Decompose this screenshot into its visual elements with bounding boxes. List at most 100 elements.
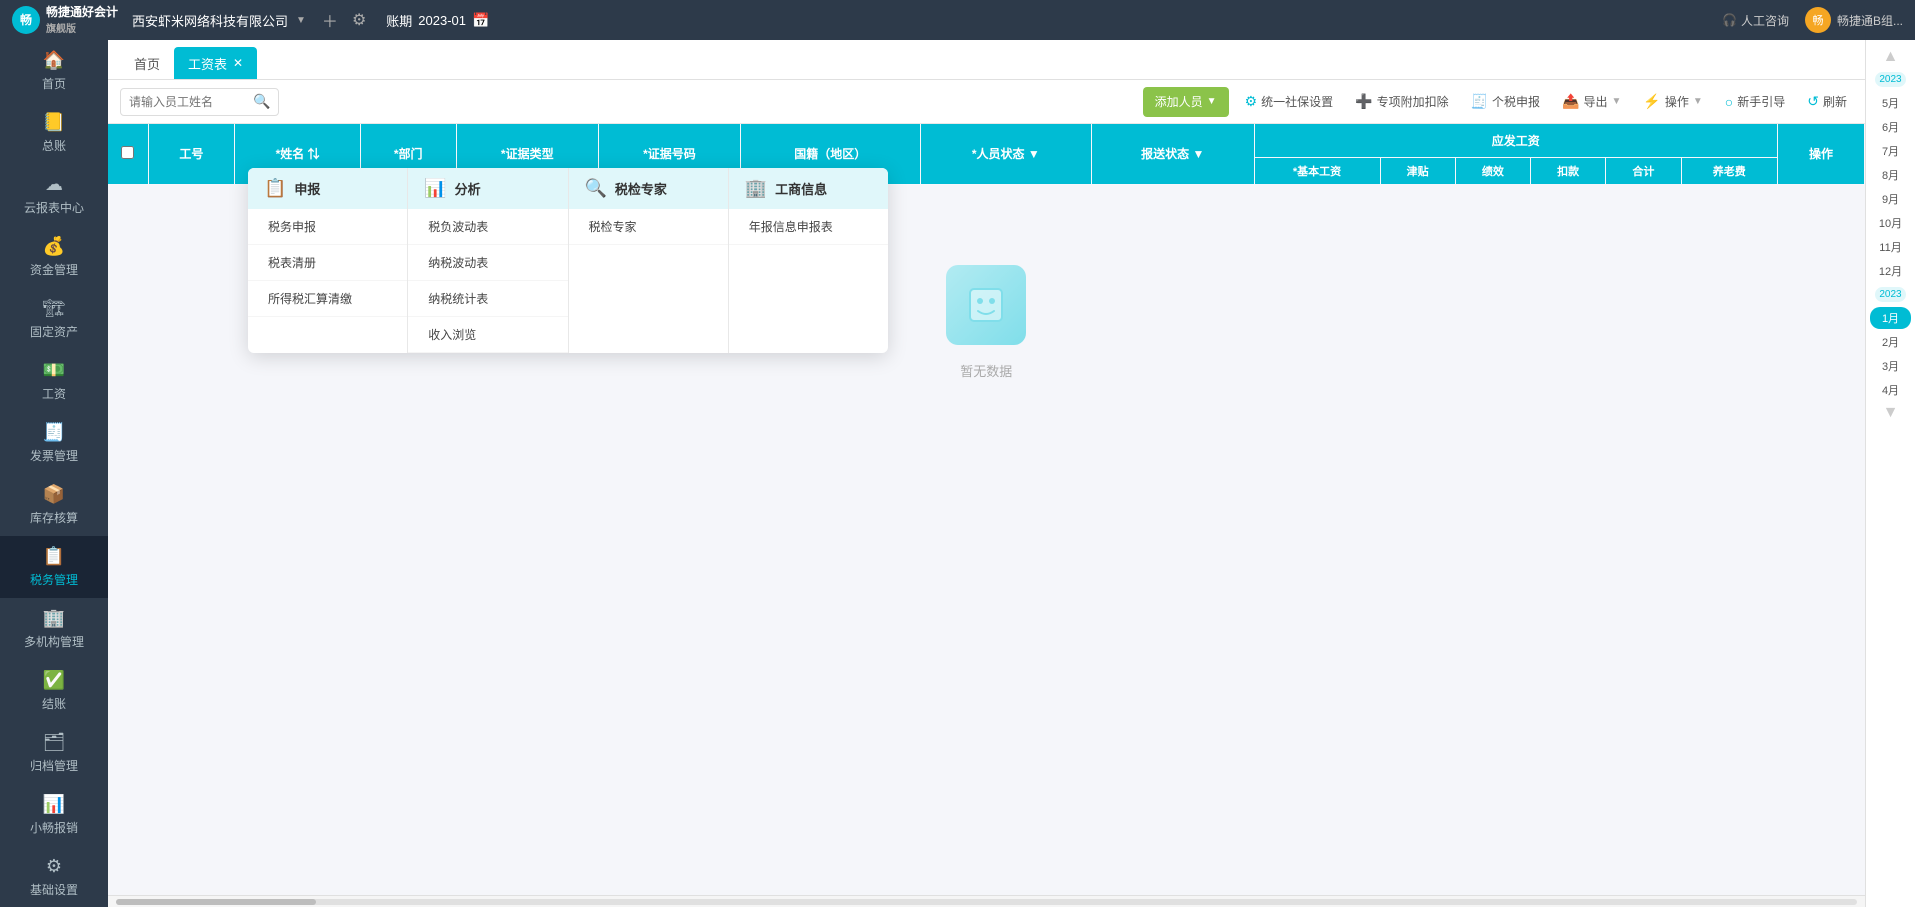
sidebar-item-invoice[interactable]: 🧾 发票管理 (0, 412, 108, 474)
add-icon[interactable]: ＋ (322, 8, 338, 32)
empty-text: 暂无数据 (960, 361, 1012, 380)
business-header-icon: 🏢 (745, 178, 767, 199)
right-panel-month-1-active[interactable]: 1月 (1870, 307, 1911, 329)
analysis-title: 分析 (455, 179, 481, 198)
table-subheader-allowance: 津贴 (1380, 158, 1455, 185)
sidebar-label-cloud: 云报表中心 (24, 199, 84, 216)
table-header-salary-group: 应发工资 (1254, 124, 1777, 158)
business-title: 工商信息 (775, 179, 827, 198)
scrollbar-thumb[interactable] (116, 899, 316, 905)
scrollbar-track[interactable] (116, 899, 1857, 905)
assets-icon: 🏗 (43, 298, 66, 319)
export-action[interactable]: 📤 导出 ▼ (1556, 89, 1627, 114)
sidebar-item-home[interactable]: 🏠 首页 (0, 40, 108, 102)
tab-close-icon[interactable]: ✕ (233, 56, 243, 70)
settings-icon[interactable]: ⚙ (352, 10, 366, 30)
sidebar-item-basic[interactable]: ⚙ 基础设置 (0, 846, 108, 907)
right-panel-month-8[interactable]: 8月 (1866, 163, 1915, 187)
search-box[interactable]: 🔍 (120, 88, 279, 116)
dropdown-item-tax-form[interactable]: 税表清册 (248, 245, 407, 281)
add-person-button[interactable]: 添加人员 ▼ (1143, 87, 1229, 117)
social-security-label: 统一社保设置 (1261, 93, 1333, 110)
dropdown-item-tax-stat[interactable]: 纳税统计表 (408, 281, 567, 317)
headset-icon: 🎧 (1722, 13, 1737, 27)
sidebar-label-inventory: 库存核算 (30, 509, 78, 526)
sidebar-item-archive[interactable]: 🗂 归档管理 (0, 722, 108, 784)
sidebar-item-cloud[interactable]: ☁ 云报表中心 (0, 164, 108, 226)
personal-tax-label: 个税申报 (1492, 93, 1540, 110)
right-panel-year-2023-label: 2023 (1875, 72, 1905, 87)
dropdown-item-tax-wave[interactable]: 纳税波动表 (408, 245, 567, 281)
right-panel-month-9[interactable]: 9月 (1866, 187, 1915, 211)
right-panel-month-4[interactable]: 4月 (1866, 378, 1915, 402)
sidebar-item-settle[interactable]: ✅ 结账 (0, 660, 108, 722)
refresh-action[interactable]: ↺ 刷新 (1801, 89, 1853, 114)
right-panel-month-6[interactable]: 6月 (1866, 115, 1915, 139)
right-panel-month-5[interactable]: 5月 (1866, 91, 1915, 115)
right-panel-month-10[interactable]: 10月 (1866, 211, 1915, 235)
right-panel-month-12[interactable]: 12月 (1866, 259, 1915, 283)
table-header-checkbox[interactable] (108, 124, 148, 184)
dropdown-item-income-browse[interactable]: 收入浏览 (408, 317, 567, 353)
dropdown-item-annual-report[interactable]: 年报信息申报表 (729, 209, 888, 245)
guide-action[interactable]: ○ 新手引导 (1719, 89, 1791, 114)
calendar-icon: 📅 (472, 12, 489, 29)
sidebar-item-multi[interactable]: 🏢 多机构管理 (0, 598, 108, 660)
declaration-title: 申报 (294, 179, 320, 198)
tab-home[interactable]: 首页 (120, 47, 174, 79)
analysis-header-icon: 📊 (424, 178, 446, 199)
operation-chevron-icon: ▼ (1693, 96, 1703, 107)
dropdown-item-income-settle[interactable]: 所得税汇算清缴 (248, 281, 407, 317)
dropdown-item-tax-burden[interactable]: 税负波动表 (408, 209, 567, 245)
sidebar-label-home: 首页 (42, 75, 66, 92)
right-panel-down-icon[interactable]: ▼ (1883, 404, 1899, 422)
service-button[interactable]: 🎧 人工咨询 (1722, 12, 1789, 29)
sidebar-item-report[interactable]: 📊 小畅报销 (0, 784, 108, 846)
sidebar-item-ledger[interactable]: 📒 总账 (0, 102, 108, 164)
right-panel-month-11[interactable]: 11月 (1866, 235, 1915, 259)
select-all-checkbox[interactable] (121, 146, 134, 159)
sidebar-item-fund[interactable]: 💰 资金管理 (0, 226, 108, 288)
right-panel-active-year-label: 2023 (1875, 287, 1905, 302)
tax-expert-title: 税检专家 (615, 179, 667, 198)
sidebar-item-assets[interactable]: 🏗 固定资产 (0, 288, 108, 350)
cloud-icon: ☁ (45, 174, 63, 195)
sidebar-label-basic: 基础设置 (30, 881, 78, 898)
sidebar-label-report: 小畅报销 (30, 819, 78, 836)
right-panel-month-3[interactable]: 3月 (1866, 354, 1915, 378)
user-area[interactable]: 畅 畅捷通B组... (1805, 7, 1903, 33)
sidebar-item-salary[interactable]: 💵 工资 (0, 350, 108, 412)
special-deduct-icon: ➕ (1355, 93, 1372, 110)
table-subheader-total: 合计 (1606, 158, 1681, 185)
sidebar-item-inventory[interactable]: 📦 库存核算 (0, 474, 108, 536)
social-security-action[interactable]: ⚙ 统一社保设置 (1239, 89, 1340, 114)
operation-action[interactable]: ⚡ 操作 ▼ (1637, 89, 1708, 114)
add-person-chevron-icon: ▼ (1207, 96, 1217, 107)
sidebar-item-tax[interactable]: 📋 税务管理 (0, 536, 108, 598)
avatar: 畅 (1805, 7, 1831, 33)
period-value: 2023-01 (418, 13, 466, 28)
sidebar-label-invoice: 发票管理 (30, 447, 78, 464)
company-selector[interactable]: 西安虾米网络科技有限公司 ▼ (132, 11, 306, 30)
table-header-ops: 操作 (1778, 124, 1865, 184)
tab-salary-table[interactable]: 工资表 ✕ (174, 47, 257, 79)
company-name: 西安虾米网络科技有限公司 (132, 11, 288, 30)
search-input[interactable] (129, 95, 249, 109)
right-panel-up-icon[interactable]: ▲ (1883, 48, 1899, 66)
right-panel-month-2[interactable]: 2月 (1866, 330, 1915, 354)
dropdown-item-tax-check[interactable]: 税检专家 (569, 209, 728, 245)
table-subheader-deduction: 扣款 (1531, 158, 1606, 185)
period-label: 账期 (386, 11, 412, 30)
ledger-icon: 📒 (43, 112, 65, 133)
special-deduct-action[interactable]: ➕ 专项附加扣除 (1349, 89, 1454, 114)
personal-tax-action[interactable]: 🧾 个税申报 (1465, 89, 1546, 114)
period-selector[interactable]: 账期 2023-01 📅 (386, 11, 489, 30)
right-panel-month-7[interactable]: 7月 (1866, 139, 1915, 163)
dropdown-col-business: 🏢 工商信息 年报信息申报表 (729, 168, 888, 353)
main-layout: 🏠 首页 📒 总账 ☁ 云报表中心 💰 资金管理 🏗 固定资产 💵 工资 🧾 发… (0, 40, 1915, 907)
operation-icon: ⚡ (1643, 93, 1660, 110)
right-panel: ▲ 2023 5月 6月 7月 8月 9月 10月 11月 12月 2023 1… (1865, 40, 1915, 907)
basic-icon: ⚙ (46, 856, 62, 877)
dropdown-item-tax-declare[interactable]: 税务申报 (248, 209, 407, 245)
username: 畅捷通B组... (1837, 12, 1903, 29)
